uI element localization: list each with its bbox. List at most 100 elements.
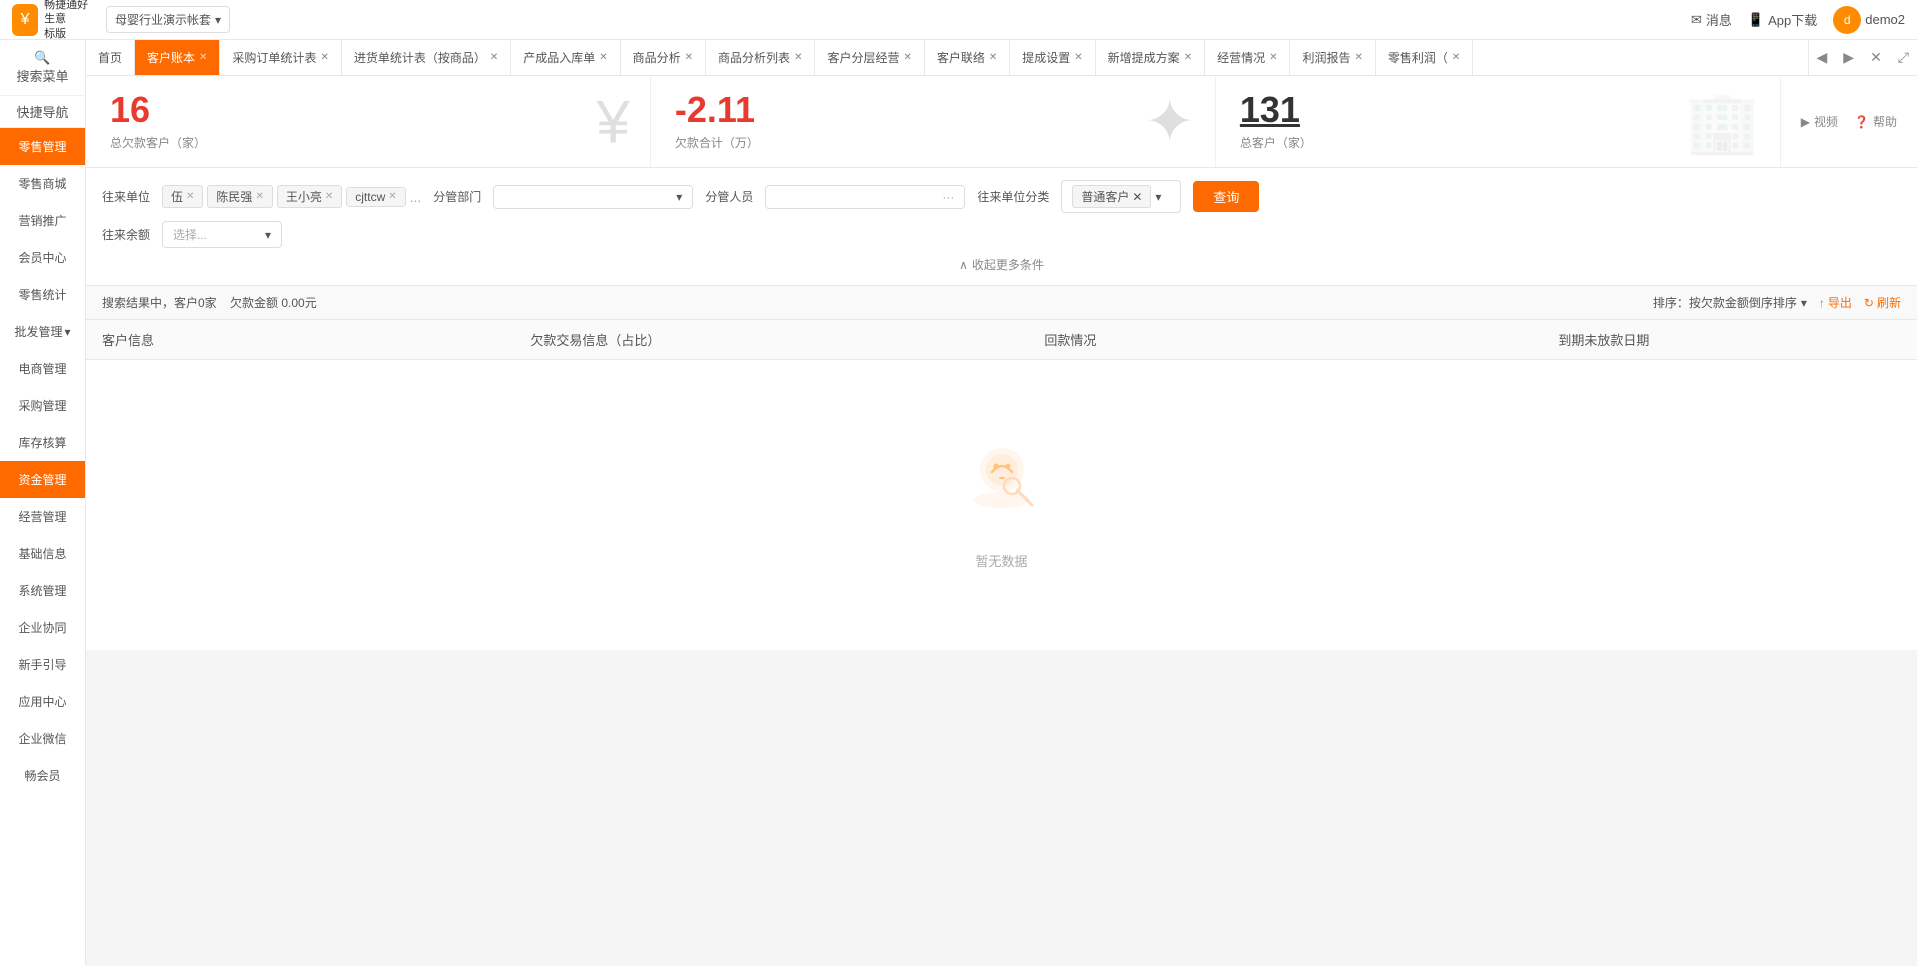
tab-prev-btn[interactable]: ◀ [1809, 40, 1836, 75]
tab-product-analysis[interactable]: 商品分析 ✕ [621, 40, 706, 75]
tab-close-icon[interactable]: ✕ [1269, 52, 1277, 63]
sidebar-item-retail-mall[interactable]: 零售商城 [0, 165, 85, 202]
help-btn[interactable]: ❓ 帮助 [1854, 113, 1897, 130]
sidebar-item-retail[interactable]: 零售管理 [0, 128, 85, 165]
sidebar-item-operations[interactable]: 经营管理 [0, 498, 85, 535]
tab-new-commission[interactable]: 新增提成方案 ✕ [1096, 40, 1205, 75]
tab-purchase-order-stats[interactable]: 采购订单统计表 ✕ [220, 40, 341, 75]
sidebar-item-enterprise-collab[interactable]: 企业协同 [0, 609, 85, 646]
classify-tag-close[interactable]: ✕ [1132, 190, 1142, 204]
sidebar-item-finance[interactable]: 资金管理 [0, 461, 85, 498]
account-selector[interactable]: 母婴行业演示帐套 ▾ [106, 6, 230, 33]
th-debt: 欠款交易信息（占比） [530, 330, 1044, 349]
tab-profit-report[interactable]: 利润报告 ✕ [1290, 40, 1375, 75]
chevron-down-icon: ▾ [676, 190, 682, 204]
sidebar-item-wholesale[interactable]: 批发管理 ▾ [0, 313, 85, 350]
filter-row-1: 往来单位 伍 ✕ 陈民强 ✕ 王小亮 ✕ [102, 180, 1901, 213]
sidebar-item-inventory[interactable]: 库存核算 [0, 424, 85, 461]
chevron-down-icon: ▾ [215, 13, 221, 27]
export-button[interactable]: ↑ 导出 [1819, 294, 1852, 311]
sidebar-item-app-center[interactable]: 应用中心 [0, 683, 85, 720]
tab-product-analysis-list[interactable]: 商品分析列表 ✕ [706, 40, 815, 75]
person-label: 分管人员 [705, 188, 753, 205]
building-bg-icon: 🏢 [1685, 86, 1760, 157]
tab-close-icon[interactable]: ✕ [490, 52, 498, 63]
tag-close-1[interactable]: ✕ [255, 191, 263, 202]
app-download-btn[interactable]: 📱 App下载 [1748, 10, 1817, 29]
unit-class-select[interactable]: 普通客户 ✕ ▾ [1061, 180, 1181, 213]
filter-row-collapse: ∧ 收起更多条件 [102, 256, 1901, 273]
sidebar-item-enterprise-wechat[interactable]: 企业微信 [0, 720, 85, 757]
tab-home[interactable]: 首页 [86, 40, 135, 75]
logo-icon: ¥ [12, 4, 38, 36]
sidebar-item-system[interactable]: 系统管理 [0, 572, 85, 609]
stat-total-debt-customers: ¥ 16 总欠款客户（家） [86, 76, 651, 167]
sidebar-item-marketing[interactable]: 营销推广 [0, 202, 85, 239]
tab-close-icon[interactable]: ✕ [599, 52, 607, 63]
balance-select[interactable]: 选择... ▾ [162, 221, 282, 248]
sidebar-item-member[interactable]: 会员中心 [0, 239, 85, 276]
logo-area: ¥ 畅捷通好生意 标版 [12, 0, 98, 41]
th-customer: 客户信息 [102, 330, 530, 349]
tab-customer-contact[interactable]: 客户联络 ✕ [925, 40, 1010, 75]
sidebar-item-ecommerce[interactable]: 电商管理 [0, 350, 85, 387]
unit-label: 往来单位 [102, 188, 150, 205]
balance-label: 往来余额 [102, 226, 150, 243]
tab-next-btn[interactable]: ▶ [1835, 40, 1862, 75]
sidebar-quick-nav[interactable]: 快捷导航 [0, 96, 85, 128]
tab-close-icon[interactable]: ✕ [794, 52, 802, 63]
sidebar-item-basic-info[interactable]: 基础信息 [0, 535, 85, 572]
sidebar-item-retail-stats[interactable]: 零售统计 [0, 276, 85, 313]
result-info: 搜索结果中，客户0家 欠款金额 0.00元 [102, 294, 317, 311]
tab-close-icon[interactable]: ✕ [1074, 52, 1082, 63]
sidebar-item-changhui[interactable]: 畅会员 [0, 757, 85, 794]
filter-more-tags[interactable]: ... [410, 189, 422, 205]
tab-customer-layer[interactable]: 客户分层经营 ✕ [815, 40, 924, 75]
dept-select[interactable]: ▾ [493, 185, 693, 209]
tab-customer-ledger[interactable]: 客户账本 ✕ [135, 40, 220, 75]
tab-close-icon[interactable]: ✕ [199, 52, 207, 63]
messages-btn[interactable]: ✉ 消息 [1691, 10, 1732, 29]
tab-close-icon[interactable]: ✕ [685, 52, 693, 63]
video-help: ▶ 视频 ❓ 帮助 [1781, 76, 1917, 167]
debt-bg-icon: ✦ [1145, 87, 1195, 157]
person-select[interactable]: ··· [765, 185, 965, 209]
filter-area: 往来单位 伍 ✕ 陈民强 ✕ 王小亮 ✕ [86, 168, 1917, 286]
debt-total-number: -2.11 [675, 92, 755, 128]
customer-bg-icon: ¥ [597, 87, 630, 156]
stat-total-customers: 🏢 131 总客户（家） [1216, 76, 1781, 167]
chevron-down-icon: ▾ [1801, 296, 1807, 310]
th-repay: 回款情况 [1044, 330, 1558, 349]
sidebar: 🔍 搜索菜单 快捷导航 零售管理 零售商城 营销推广 会员中心 零售统计 批发管… [0, 40, 86, 966]
tab-close-icon[interactable]: ✕ [989, 52, 997, 63]
tab-close-all-btn[interactable]: ✕ [1862, 40, 1890, 75]
tab-product-in[interactable]: 产成品入库单 ✕ [511, 40, 620, 75]
tab-close-icon[interactable]: ✕ [1452, 52, 1460, 63]
tab-close-icon[interactable]: ✕ [1184, 52, 1192, 63]
sidebar-item-beginner[interactable]: 新手引导 [0, 646, 85, 683]
collapse-button[interactable]: ∧ 收起更多条件 [959, 256, 1044, 273]
tag-close-2[interactable]: ✕ [325, 191, 333, 202]
sort-select[interactable]: 排序：按欠款金额倒序排序 ▾ [1653, 294, 1807, 311]
user-menu[interactable]: d demo2 [1833, 6, 1905, 34]
table-container: 客户信息 欠款交易信息（占比） 回款情况 到期未放款日期 [86, 320, 1917, 650]
query-button[interactable]: 查询 [1193, 181, 1259, 212]
tab-commission-setting[interactable]: 提成设置 ✕ [1010, 40, 1095, 75]
tab-close-icon[interactable]: ✕ [903, 52, 911, 63]
tab-operations[interactable]: 经营情况 ✕ [1205, 40, 1290, 75]
tag-close-0[interactable]: ✕ [186, 191, 194, 202]
sidebar-item-purchase[interactable]: 采购管理 [0, 387, 85, 424]
table-header: 客户信息 欠款交易信息（占比） 回款情况 到期未放款日期 [86, 320, 1917, 360]
tab-incoming-stats[interactable]: 进货单统计表（按商品） ✕ [342, 40, 511, 75]
question-icon: ❓ [1854, 115, 1869, 129]
content-area: 首页 客户账本 ✕ 采购订单统计表 ✕ 进货单统计表（按商品） ✕ 产成品入库单… [86, 40, 1917, 966]
sidebar-search[interactable]: 🔍 搜索菜单 [0, 40, 85, 96]
tab-close-icon[interactable]: ✕ [320, 52, 328, 63]
refresh-button[interactable]: ↻ 刷新 [1864, 294, 1901, 311]
tag-close-3[interactable]: ✕ [388, 191, 396, 202]
tab-close-icon[interactable]: ✕ [1355, 52, 1363, 63]
video-btn[interactable]: ▶ 视频 [1801, 113, 1838, 130]
message-icon: ✉ [1691, 12, 1702, 28]
tab-expand-btn[interactable]: ⤢ [1890, 40, 1917, 75]
tab-retail-profit[interactable]: 零售利润（ ✕ [1376, 40, 1473, 75]
